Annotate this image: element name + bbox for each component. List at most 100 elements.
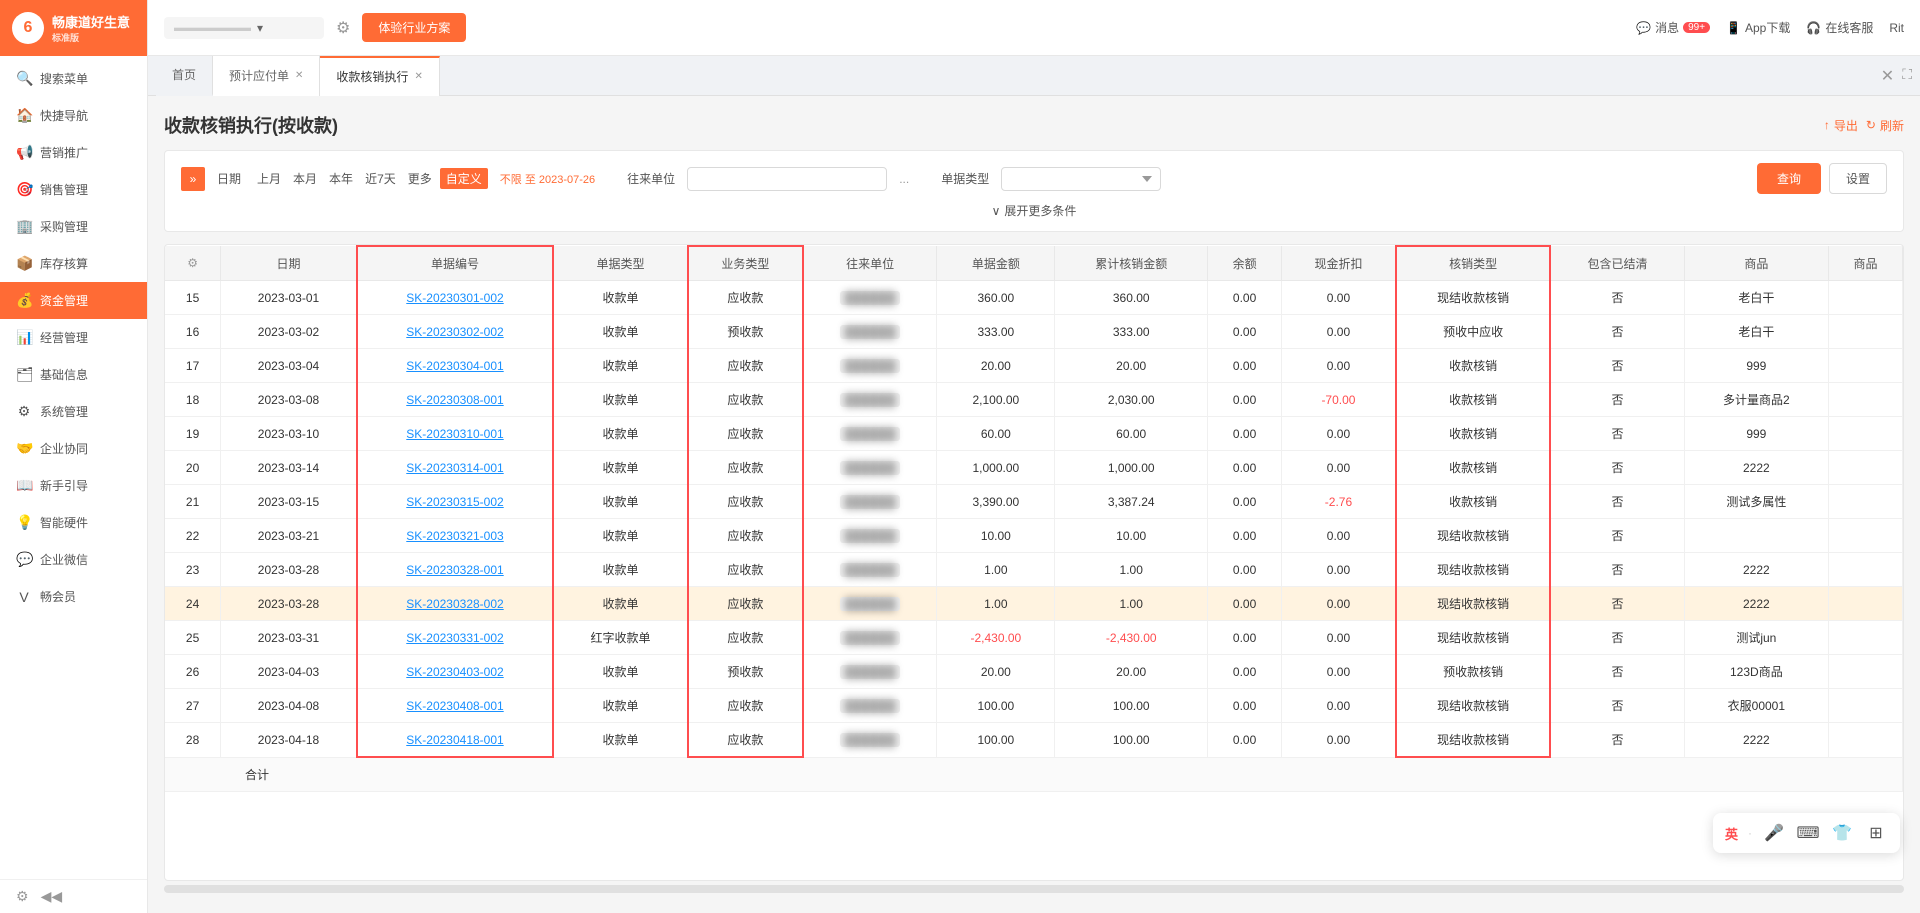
col-cancel-type: 核销类型 (1396, 246, 1551, 281)
shirt-icon[interactable]: 👕 (1830, 821, 1854, 845)
scope-selector[interactable]: ▬▬▬▬▬▬▬ ▾ (164, 17, 324, 39)
sidebar-item-purchase[interactable]: 🏢采购管理 (0, 208, 147, 245)
voucher-link[interactable]: SK-20230304-001 (406, 359, 503, 373)
keyboard-icon[interactable]: ⌨ (1796, 821, 1820, 845)
voucher-type-label: 单据类型 (941, 170, 989, 187)
online-support-button[interactable]: 🎧 在线客服 (1806, 19, 1873, 36)
sidebar-item-sales[interactable]: 🎯销售管理 (0, 171, 147, 208)
voucher-link[interactable]: SK-20230315-002 (406, 495, 503, 509)
tab-collection-exec-label: 收款核销执行 (336, 68, 408, 85)
custom-date-button[interactable]: 自定义 (440, 168, 488, 189)
sidebar-item-finance[interactable]: 💰资金管理 (0, 282, 147, 319)
voucher-link[interactable]: SK-20230328-001 (406, 563, 503, 577)
tab-pre-payment[interactable]: 预计应付单 ✕ (213, 56, 320, 96)
cell-included: 否 (1550, 519, 1684, 553)
unit-input[interactable] (687, 167, 887, 191)
sidebar-item-operation[interactable]: 📊经营管理 (0, 319, 147, 356)
sidebar-item-hardware[interactable]: 💡智能硬件 (0, 504, 147, 541)
sidebar-label-operation: 经营管理 (40, 329, 88, 346)
sidebar-item-search[interactable]: 🔍搜索菜单 (0, 60, 147, 97)
sidebar-icon-guide: 📖 (16, 477, 32, 494)
cell-voucher-no: SK-20230331-002 (357, 621, 553, 655)
voucher-link[interactable]: SK-20230403-002 (406, 665, 503, 679)
query-button[interactable]: 查询 (1757, 163, 1821, 194)
close-tab-icon[interactable]: ✕ (1881, 66, 1894, 86)
user-avatar[interactable]: Rit (1889, 21, 1904, 35)
voucher-link[interactable]: SK-20230302-002 (406, 325, 503, 339)
mic-icon[interactable]: 🎤 (1762, 821, 1786, 845)
cell-included: 否 (1550, 689, 1684, 723)
fullscreen-icon[interactable]: ⛶ (1902, 66, 1912, 86)
collapse-icon[interactable]: ◀◀ (41, 888, 63, 905)
filter-toggle-button[interactable]: » (181, 167, 205, 191)
sidebar-item-inventory[interactable]: 📦库存核算 (0, 245, 147, 282)
settings-button[interactable]: 设置 (1829, 163, 1887, 194)
cell-cumulative: 333.00 (1055, 315, 1208, 349)
this-month-button[interactable]: 本月 (289, 168, 321, 189)
unit-blurred: ██████ (840, 427, 900, 441)
cell-balance: 0.00 (1208, 349, 1282, 383)
voucher-link[interactable]: SK-20230408-001 (406, 699, 503, 713)
tab-collection-exec[interactable]: 收款核销执行 ✕ (320, 56, 439, 96)
voucher-link[interactable]: SK-20230321-003 (406, 529, 503, 543)
voucher-link[interactable]: SK-20230418-001 (406, 733, 503, 747)
cell-cancel-type: 现结收款核销 (1396, 621, 1551, 655)
industry-solution-button[interactable]: 体验行业方案 (362, 13, 466, 42)
sidebar-item-wechat[interactable]: 💬企业微信 (0, 541, 147, 578)
gear-icon[interactable]: ⚙ (336, 18, 350, 38)
tab-home[interactable]: 首页 (156, 56, 213, 96)
cell-product2 (1828, 723, 1902, 758)
col-product2: 商品 (1828, 246, 1902, 281)
cell-included: 否 (1550, 485, 1684, 519)
last-7-days-button[interactable]: 近7天 (361, 168, 400, 189)
cell-unit: ██████ (803, 315, 937, 349)
tab-collection-exec-close[interactable]: ✕ (414, 71, 422, 82)
voucher-link[interactable]: SK-20230308-001 (406, 393, 503, 407)
logo-name: 畅康道好生意 (52, 12, 130, 31)
sidebar-item-basic[interactable]: 🗂基础信息 (0, 356, 147, 393)
voucher-link[interactable]: SK-20230331-002 (406, 631, 503, 645)
cell-no: 21 (165, 485, 221, 519)
cell-voucher-type: 收款单 (553, 723, 688, 758)
sidebar-icon-search: 🔍 (16, 70, 32, 87)
tab-pre-payment-close[interactable]: ✕ (295, 70, 303, 81)
refresh-icon: ↻ (1866, 118, 1876, 132)
cell-cumulative: -2,430.00 (1055, 621, 1208, 655)
cell-product1: 老白干 (1684, 281, 1828, 315)
sidebar-label-purchase: 采购管理 (40, 218, 88, 235)
refresh-button[interactable]: ↻ 刷新 (1866, 117, 1904, 134)
sidebar-icon-wechat: 💬 (16, 551, 32, 568)
unit-blurred: ██████ (840, 631, 900, 645)
sidebar-item-quick[interactable]: 🏠快捷导航 (0, 97, 147, 134)
cell-product2 (1828, 349, 1902, 383)
apps-icon[interactable]: ⊞ (1864, 821, 1888, 845)
sidebar-item-corp[interactable]: 🤝企业协同 (0, 430, 147, 467)
cell-voucher-no: SK-20230314-001 (357, 451, 553, 485)
sidebar-item-system[interactable]: ⚙系统管理 (0, 393, 147, 430)
messages-button[interactable]: 💬 消息 99+ (1636, 19, 1710, 36)
sidebar-item-member[interactable]: V畅会员 (0, 578, 147, 615)
cell-date: 2023-03-02 (221, 315, 357, 349)
export-button[interactable]: ↑ 导出 (1824, 117, 1858, 134)
voucher-type-select[interactable] (1001, 167, 1161, 191)
settings-icon[interactable]: ⚙ (16, 888, 29, 905)
sidebar-item-marketing[interactable]: 📢营销推广 (0, 134, 147, 171)
cell-product1: 衣服00001 (1684, 689, 1828, 723)
expand-conditions-button[interactable]: ∨ 展开更多条件 (992, 202, 1077, 219)
voucher-link[interactable]: SK-20230314-001 (406, 461, 503, 475)
this-year-button[interactable]: 本年 (325, 168, 357, 189)
voucher-link[interactable]: SK-20230328-002 (406, 597, 503, 611)
cell-voucher-no: SK-20230310-001 (357, 417, 553, 451)
sidebar-icon-inventory: 📦 (16, 255, 32, 272)
col-unit: 往来单位 (803, 246, 937, 281)
col-settings[interactable]: ⚙ (165, 246, 221, 281)
sidebar-item-guide[interactable]: 📖新手引导 (0, 467, 147, 504)
more-date-button[interactable]: 更多 (404, 168, 436, 189)
app-download-button[interactable]: 📱 App下载 (1726, 19, 1790, 36)
voucher-link[interactable]: SK-20230301-002 (406, 291, 503, 305)
cell-balance: 0.00 (1208, 587, 1282, 621)
unit-blurred: ██████ (840, 393, 900, 407)
unit-blurred: ██████ (840, 529, 900, 543)
voucher-link[interactable]: SK-20230310-001 (406, 427, 503, 441)
last-month-button[interactable]: 上月 (253, 168, 285, 189)
